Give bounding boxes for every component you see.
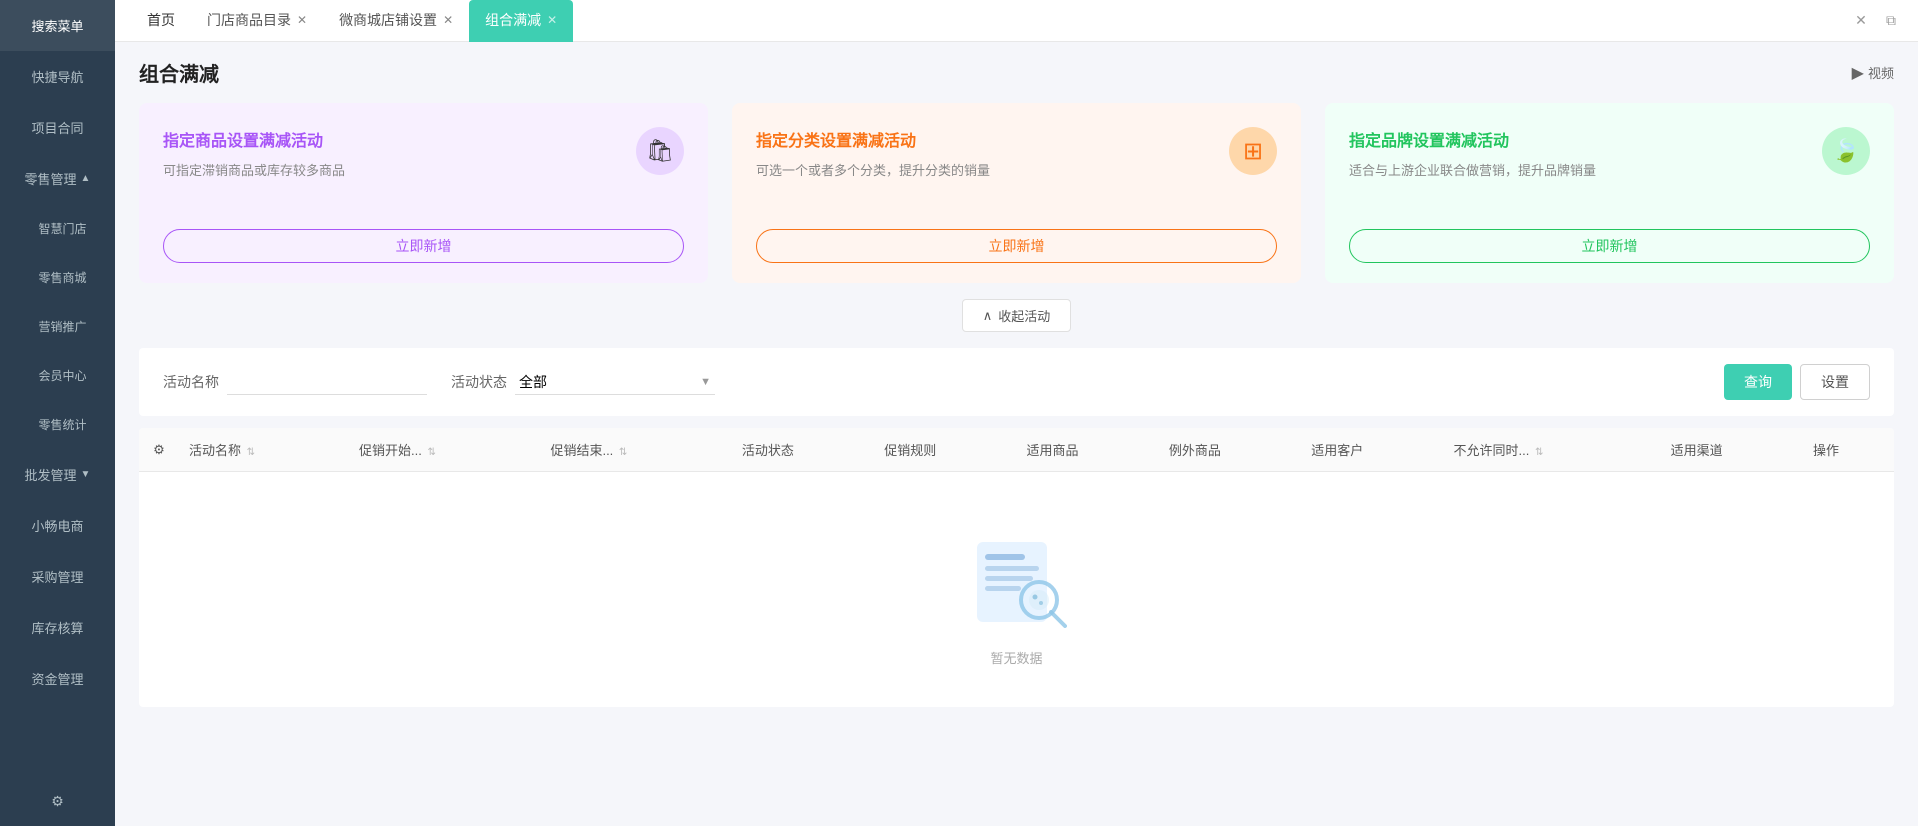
setting-button[interactable]: 设置 xyxy=(1800,364,1870,400)
wholesale-mgmt-arrow: ▼ xyxy=(81,469,91,480)
sidebar-item-retail-mgmt[interactable]: 零售管理 ▲ xyxy=(0,153,115,204)
card-category-icon: ⊞ xyxy=(1229,127,1277,175)
sidebar-item-project-contract[interactable]: 项目合同 xyxy=(0,102,115,153)
col-start-header[interactable]: 促销开始... ⇅ xyxy=(349,428,540,472)
card-goods-add-button[interactable]: 立即新增 xyxy=(163,229,684,263)
activity-cards: 🛍 指定商品设置满减活动 可指定滞销商品或库存较多商品 立即新增 ⊞ 指定分类设… xyxy=(139,103,1894,283)
activity-status-label: 活动状态 xyxy=(451,372,507,392)
sort-icon-start: ⇅ xyxy=(428,447,436,458)
table-header-row: ⚙ 活动名称 ⇅ 促销开始... ⇅ 促销结束... ⇅ xyxy=(139,428,1894,472)
sidebar-item-quick-nav[interactable]: 快捷导航 xyxy=(0,51,115,102)
collapse-button[interactable]: ∧ 收起活动 xyxy=(962,299,1072,332)
sidebar-item-search-menu[interactable]: 搜索菜单 xyxy=(0,0,115,51)
col-goods-header: 适用商品 xyxy=(1017,428,1159,472)
search-actions: 查询 设置 xyxy=(1724,364,1870,400)
sidebar-settings[interactable]: ⚙ xyxy=(0,777,115,826)
col-name-header[interactable]: 活动名称 ⇅ xyxy=(179,428,349,472)
activity-name-field: 活动名称 xyxy=(163,370,427,395)
search-bar: 活动名称 活动状态 全部进行中未开始已结束 ▼ 查询 设置 xyxy=(139,348,1894,416)
card-category-desc: 可选一个或者多个分类，提升分类的销量 xyxy=(756,161,1277,213)
card-goods-title: 指定商品设置满减活动 xyxy=(163,127,684,151)
col-channel-header: 适用渠道 xyxy=(1661,428,1803,472)
page-header: 组合满减 ▶ 视频 xyxy=(139,58,1894,87)
col-status-header: 活动状态 xyxy=(732,428,874,472)
grid-icon: ⊞ xyxy=(1243,137,1263,166)
card-goods-desc: 可指定滞销商品或库存较多商品 xyxy=(163,161,684,213)
gear-icon: ⚙ xyxy=(51,793,64,809)
sort-icon-no-concurrent: ⇅ xyxy=(1535,447,1543,458)
tabs-bar: 首页 门店商品目录 ✕ 微商城店铺设置 ✕ 组合满减 ✕ ✕ ⧉ xyxy=(115,0,1918,42)
card-brand-icon: 🍃 xyxy=(1822,127,1870,175)
col-rule-header: 促销规则 xyxy=(874,428,1016,472)
sort-icon-end: ⇅ xyxy=(619,447,627,458)
retail-mgmt-arrow: ▲ xyxy=(81,173,91,184)
card-goods: 🛍 指定商品设置满减活动 可指定滞销商品或库存较多商品 立即新增 xyxy=(139,103,708,283)
empty-state: 暂无数据 xyxy=(139,472,1894,707)
col-end-header[interactable]: 促销结束... ⇅ xyxy=(540,428,731,472)
sidebar-item-inventory[interactable]: 库存核算 xyxy=(0,602,115,653)
activity-name-input[interactable] xyxy=(227,370,427,395)
tab-home[interactable]: 首页 xyxy=(131,0,191,42)
main-area: 首页 门店商品目录 ✕ 微商城店铺设置 ✕ 组合满减 ✕ ✕ ⧉ 组合满减 ▶ … xyxy=(115,0,1918,826)
activity-table: ⚙ 活动名称 ⇅ 促销开始... ⇅ 促销结束... ⇅ xyxy=(139,428,1894,472)
close-tab-combo-discount[interactable]: ✕ xyxy=(547,0,557,41)
col-action-header: 操作 xyxy=(1803,428,1894,472)
page-content: 组合满减 ▶ 视频 🛍 指定商品设置满减活动 可指定滞销商品或库存较多商品 立即… xyxy=(115,42,1918,826)
page-title: 组合满减 xyxy=(139,58,219,87)
card-category: ⊞ 指定分类设置满减活动 可选一个或者多个分类，提升分类的销量 立即新增 xyxy=(732,103,1301,283)
activity-status-wrapper: 全部进行中未开始已结束 ▼ xyxy=(515,370,715,395)
tab-catalog[interactable]: 门店商品目录 ✕ xyxy=(191,0,323,42)
close-tab-catalog[interactable]: ✕ xyxy=(297,0,307,41)
card-brand-desc: 适合与上游企业联合做营销，提升品牌销量 xyxy=(1349,161,1870,213)
window-controls: ✕ ⧉ xyxy=(1850,10,1902,32)
maximize-button[interactable]: ⧉ xyxy=(1880,10,1902,32)
sidebar-item-retail-mall[interactable]: 零售商城 xyxy=(0,253,115,302)
activity-status-select[interactable]: 全部进行中未开始已结束 xyxy=(515,370,715,395)
sidebar-item-ecommerce[interactable]: 小畅电商 xyxy=(0,500,115,551)
play-icon: ▶ xyxy=(1852,63,1864,83)
activity-name-label: 活动名称 xyxy=(163,372,219,392)
sort-icon-name: ⇅ xyxy=(247,447,255,458)
activity-status-field: 活动状态 全部进行中未开始已结束 ▼ xyxy=(451,370,715,395)
card-brand-add-button[interactable]: 立即新增 xyxy=(1349,229,1870,263)
collapse-bar: ∧ 收起活动 xyxy=(139,299,1894,332)
video-link[interactable]: ▶ 视频 xyxy=(1852,63,1894,83)
table-wrapper: ⚙ 活动名称 ⇅ 促销开始... ⇅ 促销结束... ⇅ xyxy=(139,428,1894,707)
sidebar-item-member-center[interactable]: 会员中心 xyxy=(0,351,115,400)
restore-button[interactable]: ✕ xyxy=(1850,10,1872,32)
card-category-title: 指定分类设置满减活动 xyxy=(756,127,1277,151)
card-brand: 🍃 指定品牌设置满减活动 适合与上游企业联合做营销，提升品牌销量 立即新增 xyxy=(1325,103,1894,283)
empty-text: 暂无数据 xyxy=(139,648,1894,667)
sidebar-item-retail-stats[interactable]: 零售统计 xyxy=(0,400,115,449)
query-button[interactable]: 查询 xyxy=(1724,364,1792,400)
sidebar-item-smart-store[interactable]: 智慧门店 xyxy=(0,204,115,253)
chevron-up-icon: ∧ xyxy=(983,308,993,324)
sidebar-item-purchase-mgmt[interactable]: 采购管理 xyxy=(0,551,115,602)
card-goods-icon: 🛍 xyxy=(636,127,684,175)
col-no-concurrent-header[interactable]: 不允许同时... ⇅ xyxy=(1444,428,1661,472)
card-brand-title: 指定品牌设置满减活动 xyxy=(1349,127,1870,151)
empty-illustration xyxy=(957,532,1077,632)
bag-icon: 🛍 xyxy=(646,138,674,164)
sidebar: 搜索菜单 快捷导航 项目合同 零售管理 ▲ 智慧门店 零售商城 营销推广 会员中… xyxy=(0,0,115,826)
tab-combo-discount[interactable]: 组合满减 ✕ xyxy=(469,0,573,42)
card-category-add-button[interactable]: 立即新增 xyxy=(756,229,1277,263)
col-settings[interactable]: ⚙ xyxy=(139,428,179,472)
col-customer-header: 适用客户 xyxy=(1301,428,1443,472)
leaf-icon: 🍃 xyxy=(1832,138,1859,164)
sidebar-item-wholesale-mgmt[interactable]: 批发管理 ▼ xyxy=(0,449,115,500)
tab-shop-settings[interactable]: 微商城店铺设置 ✕ xyxy=(323,0,469,42)
settings-icon: ⚙ xyxy=(153,442,165,457)
close-tab-shop-settings[interactable]: ✕ xyxy=(443,0,453,41)
col-exclude-header: 例外商品 xyxy=(1159,428,1301,472)
sidebar-item-marketing[interactable]: 营销推广 xyxy=(0,302,115,351)
sidebar-item-finance[interactable]: 资金管理 xyxy=(0,653,115,704)
